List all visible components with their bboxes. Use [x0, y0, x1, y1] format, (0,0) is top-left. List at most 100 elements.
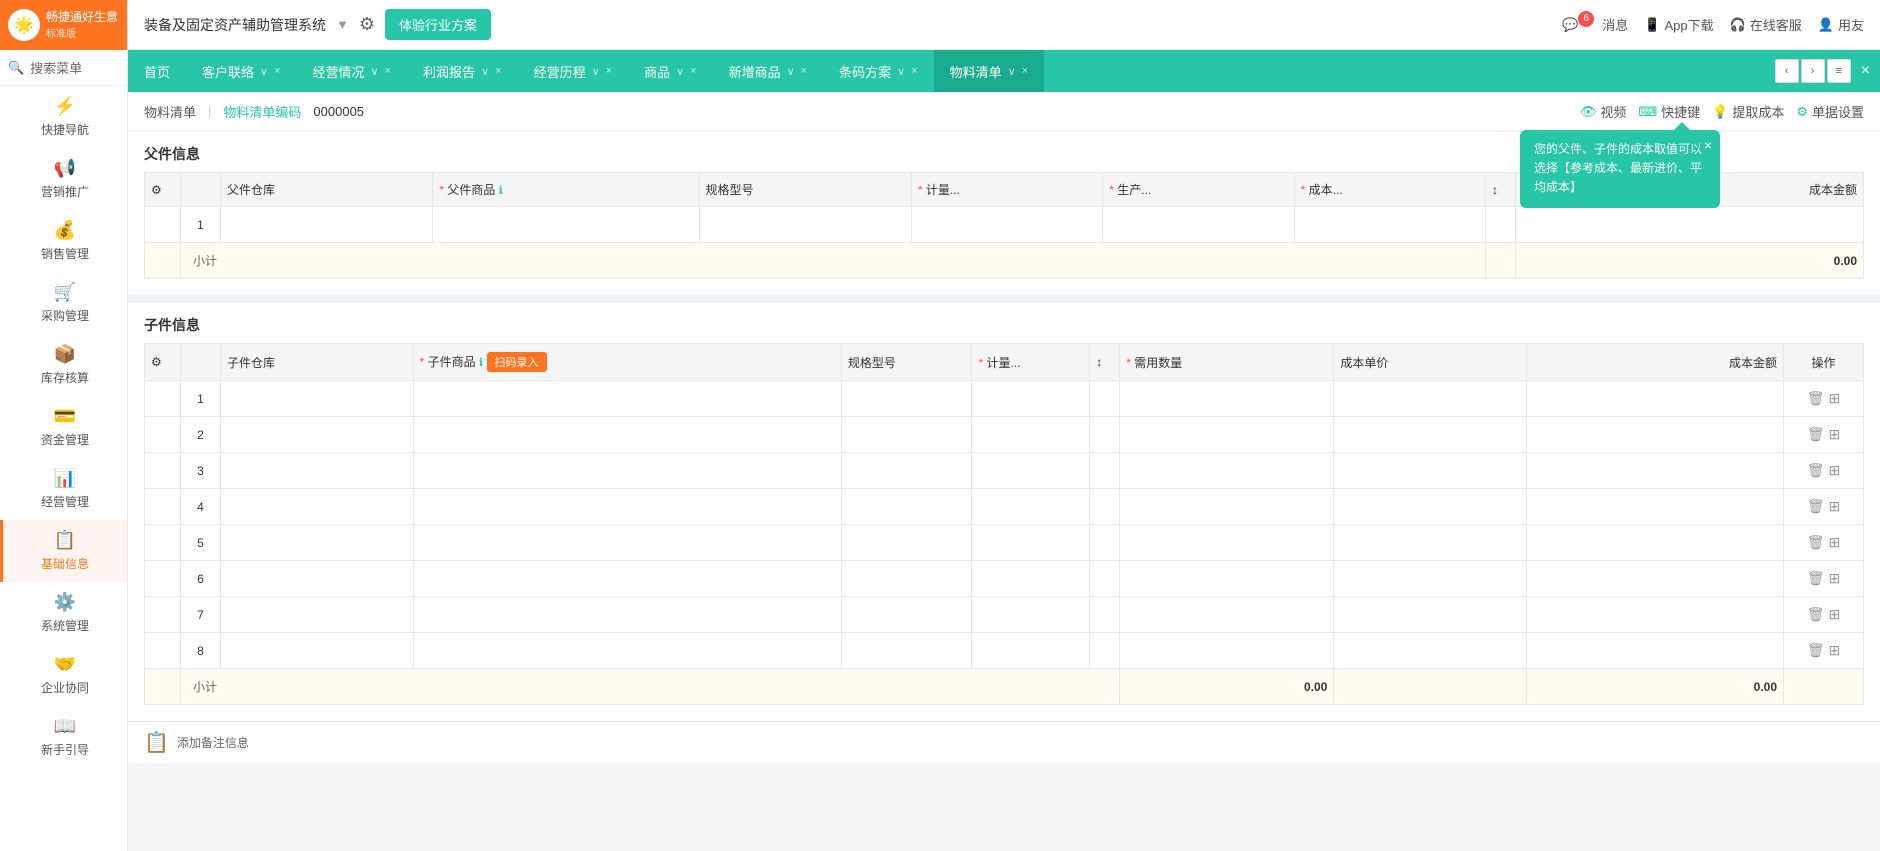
tab-prev-btn[interactable]: ‹: [1775, 59, 1799, 83]
experience-button[interactable]: 体验行业方案: [385, 9, 491, 40]
child-row3-copy-icon[interactable]: ⊞: [1829, 462, 1841, 479]
child-row1-product[interactable]: [413, 381, 841, 417]
tab-products[interactable]: 商品 ∨ ×: [628, 50, 713, 92]
parent-row1-production[interactable]: [1103, 207, 1294, 243]
tab-barcode[interactable]: 条码方案 ∨ ×: [823, 50, 934, 92]
child-row6-copy-icon[interactable]: ⊞: [1829, 570, 1841, 587]
child-row6-delete-icon[interactable]: 🗑: [1807, 570, 1825, 587]
child-row5-product[interactable]: [413, 525, 841, 561]
child-row6-unit-cost[interactable]: [1334, 561, 1527, 597]
tab-profit-close[interactable]: ×: [495, 65, 501, 77]
child-row1-qty[interactable]: [1120, 381, 1334, 417]
child-row6-warehouse[interactable]: [221, 561, 414, 597]
tab-customer-close[interactable]: ×: [274, 65, 280, 77]
child-row3-delete-icon[interactable]: 🗑: [1807, 462, 1825, 479]
child-row3-warehouse[interactable]: [221, 453, 414, 489]
tab-customer[interactable]: 客户联络 ∨ ×: [186, 50, 297, 92]
tab-ops-close[interactable]: ×: [385, 65, 391, 77]
child-th-settings[interactable]: ⚙: [145, 344, 181, 381]
tab-new-product[interactable]: 新增商品 ∨ ×: [713, 50, 824, 92]
child-row4-delete-icon[interactable]: 🗑: [1807, 498, 1825, 515]
child-row7-unit[interactable]: [972, 597, 1090, 633]
child-row7-copy-icon[interactable]: ⊞: [1829, 606, 1841, 623]
child-row5-qty[interactable]: [1120, 525, 1334, 561]
child-row2-unit[interactable]: [972, 417, 1090, 453]
child-row4-unit-cost[interactable]: [1334, 489, 1527, 525]
close-all-tabs[interactable]: ×: [1851, 62, 1880, 80]
doc-settings-action[interactable]: ⚙ 单据设置: [1796, 102, 1864, 121]
child-row6-unit[interactable]: [972, 561, 1090, 597]
tab-menu-btn[interactable]: ≡: [1827, 59, 1851, 83]
child-row6-product[interactable]: [413, 561, 841, 597]
sidebar-item-operations[interactable]: 📊 经营管理: [0, 458, 127, 520]
child-row7-unit-cost[interactable]: [1334, 597, 1527, 633]
child-row4-copy-icon[interactable]: ⊞: [1829, 498, 1841, 515]
sidebar-item-purchase[interactable]: 🛒 采购管理: [0, 272, 127, 334]
header-dropdown-icon[interactable]: ▼: [336, 17, 349, 32]
tooltip-close-btn[interactable]: ×: [1704, 134, 1712, 156]
parent-row1-cost[interactable]: [1294, 207, 1485, 243]
child-row1-warehouse[interactable]: [221, 381, 414, 417]
online-service-action[interactable]: 🎧 在线客服: [1730, 15, 1802, 34]
child-row8-unit-cost[interactable]: [1334, 633, 1527, 669]
tab-bom[interactable]: 物料清单 ∨ ×: [934, 50, 1045, 92]
tab-barcode-close[interactable]: ×: [911, 65, 917, 77]
child-row8-spec[interactable]: [841, 633, 972, 669]
child-row4-product[interactable]: [413, 489, 841, 525]
child-row3-product[interactable]: [413, 453, 841, 489]
child-row1-unit[interactable]: [972, 381, 1090, 417]
child-row4-spec[interactable]: [841, 489, 972, 525]
tab-operations-status[interactable]: 经营情况 ∨ ×: [297, 50, 408, 92]
tab-next-btn[interactable]: ›: [1801, 59, 1825, 83]
child-row5-warehouse[interactable]: [221, 525, 414, 561]
child-row1-delete-icon[interactable]: 🗑: [1807, 390, 1825, 407]
sidebar-item-guide[interactable]: 📖 新手引导: [0, 706, 127, 768]
child-row8-product[interactable]: [413, 633, 841, 669]
child-row3-unit[interactable]: [972, 453, 1090, 489]
child-row5-copy-icon[interactable]: ⊞: [1829, 534, 1841, 551]
child-row8-copy-icon[interactable]: ⊞: [1829, 642, 1841, 659]
child-row1-unit-cost[interactable]: [1334, 381, 1527, 417]
child-row7-delete-icon[interactable]: 🗑: [1807, 606, 1825, 623]
tab-bom-close[interactable]: ×: [1022, 65, 1028, 77]
message-action[interactable]: 💬 6 消息: [1562, 15, 1628, 34]
child-row2-delete-icon[interactable]: 🗑: [1807, 426, 1825, 443]
child-row4-qty[interactable]: [1120, 489, 1334, 525]
view-action[interactable]: 👁 视频: [1580, 102, 1627, 121]
child-row5-spec[interactable]: [841, 525, 972, 561]
child-row7-qty[interactable]: [1120, 597, 1334, 633]
settings-icon[interactable]: ⚙: [359, 14, 375, 35]
child-row4-warehouse[interactable]: [221, 489, 414, 525]
child-row2-warehouse[interactable]: [221, 417, 414, 453]
parent-row1-spec[interactable]: [699, 207, 911, 243]
shortcut-action[interactable]: ⌨ 快捷键: [1638, 102, 1700, 121]
cost-pickup-action[interactable]: 💡 提取成本: [1712, 102, 1784, 121]
child-row8-warehouse[interactable]: [221, 633, 414, 669]
child-row1-spec[interactable]: [841, 381, 972, 417]
tab-new-product-close[interactable]: ×: [801, 65, 807, 77]
user-action[interactable]: 👤 用友: [1818, 15, 1864, 34]
parent-th-settings[interactable]: ⚙: [145, 173, 181, 207]
child-row2-qty[interactable]: [1120, 417, 1334, 453]
parent-row1-unit[interactable]: [911, 207, 1102, 243]
tab-home[interactable]: 首页: [128, 50, 186, 92]
tab-history-close[interactable]: ×: [606, 65, 612, 77]
sidebar-item-system[interactable]: ⚙️ 系统管理: [0, 582, 127, 644]
sidebar-item-basic-info[interactable]: 📋 基础信息: [0, 520, 127, 582]
child-row2-unit-cost[interactable]: [1334, 417, 1527, 453]
sidebar-item-enterprise[interactable]: 🤝 企业协同: [0, 644, 127, 706]
child-row3-unit-cost[interactable]: [1334, 453, 1527, 489]
tab-products-close[interactable]: ×: [690, 65, 696, 77]
sidebar-item-marketing[interactable]: 📢 营销推广: [0, 148, 127, 210]
child-row3-qty[interactable]: [1120, 453, 1334, 489]
app-download-action[interactable]: 📱 App下载: [1644, 15, 1713, 34]
search-menu[interactable]: 🔍 搜索菜单: [0, 50, 127, 86]
child-row2-spec[interactable]: [841, 417, 972, 453]
parent-row1-product[interactable]: [433, 207, 699, 243]
tab-history[interactable]: 经营历程 ∨ ×: [518, 50, 629, 92]
child-row7-warehouse[interactable]: [221, 597, 414, 633]
child-row3-spec[interactable]: [841, 453, 972, 489]
child-row2-product[interactable]: [413, 417, 841, 453]
child-row5-unit[interactable]: [972, 525, 1090, 561]
tab-profit[interactable]: 利润报告 ∨ ×: [407, 50, 518, 92]
